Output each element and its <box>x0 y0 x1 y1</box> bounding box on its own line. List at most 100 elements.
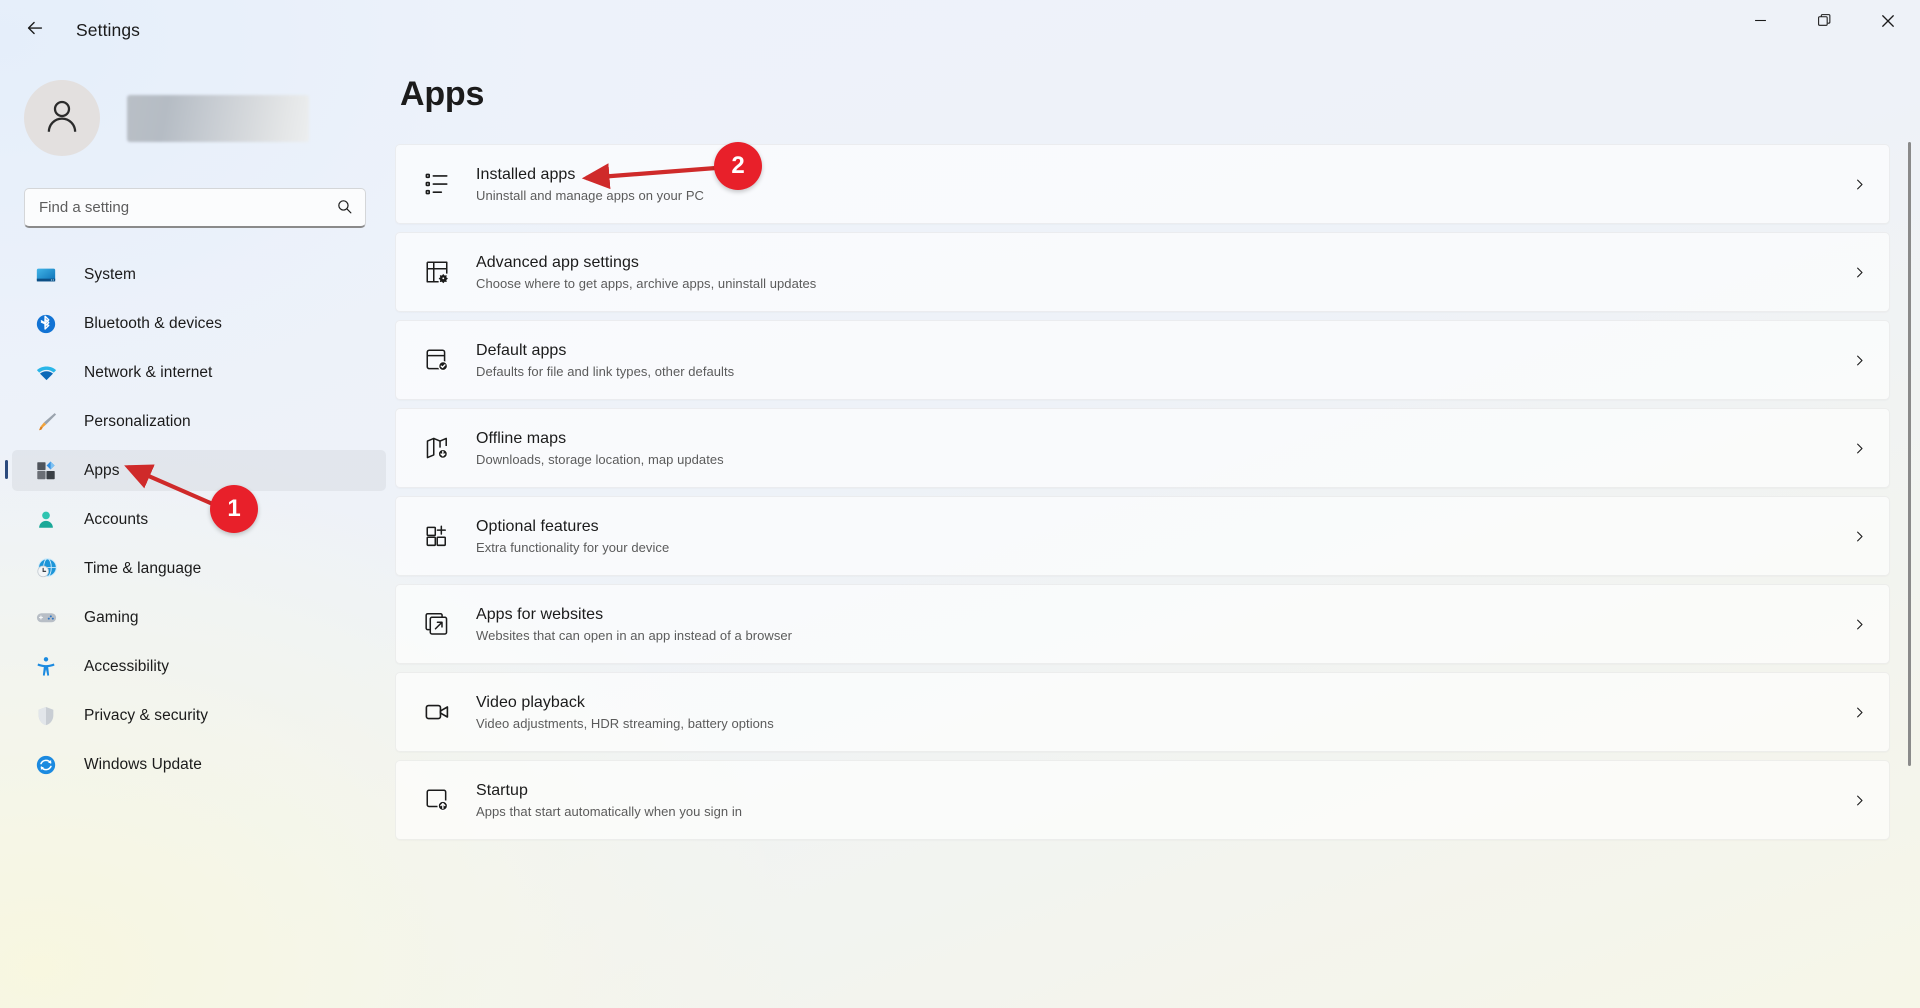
app-title: Settings <box>76 19 141 40</box>
sidebar-nav: System Bluetooth & devices Network & int… <box>0 254 395 785</box>
card-text: Advanced app settings Choose where to ge… <box>476 254 816 291</box>
user-avatar-icon <box>41 95 83 142</box>
chevron-right-icon <box>1852 265 1867 280</box>
sidebar-item-privacy-security[interactable]: Privacy & security <box>12 695 386 736</box>
sidebar-item-network-internet[interactable]: Network & internet <box>12 352 386 393</box>
card-subtitle: Uninstall and manage apps on your PC <box>476 187 704 203</box>
settings-card-list: Installed apps Uninstall and manage apps… <box>395 144 1920 840</box>
accessibility-icon <box>34 655 58 679</box>
main-content: Apps Installed apps Uninstall and manage… <box>395 60 1920 1008</box>
sidebar-item-label: Privacy & security <box>84 706 209 724</box>
search-container <box>24 188 366 228</box>
bluetooth-icon <box>34 312 58 336</box>
installed-apps-list-icon <box>420 167 454 201</box>
search-icon <box>336 198 353 220</box>
account-name-redacted <box>127 94 309 142</box>
sidebar-item-label: Windows Update <box>84 755 202 773</box>
card-installed-apps[interactable]: Installed apps Uninstall and manage apps… <box>395 144 1890 224</box>
chevron-right-icon <box>1852 529 1867 544</box>
sidebar-item-label: Time & language <box>84 559 202 577</box>
card-advanced-app-settings[interactable]: Advanced app settings Choose where to ge… <box>395 232 1890 312</box>
window-controls <box>1728 0 1920 60</box>
sidebar-item-accounts[interactable]: Accounts <box>12 499 386 540</box>
sidebar-item-bluetooth-devices[interactable]: Bluetooth & devices <box>12 303 386 344</box>
card-title: Optional features <box>476 517 599 535</box>
sidebar-item-system[interactable]: System <box>12 254 386 295</box>
card-text: Video playback Video adjustments, HDR st… <box>476 694 774 731</box>
chevron-right-icon <box>1852 441 1867 456</box>
card-text: Startup Apps that start automatically wh… <box>476 782 742 819</box>
restore-icon <box>1817 13 1832 33</box>
card-title: Startup <box>476 781 528 799</box>
card-title: Default apps <box>476 341 567 359</box>
card-apps-for-websites[interactable]: Apps for websites Websites that can open… <box>395 584 1890 664</box>
video-playback-icon <box>420 695 454 729</box>
scrollbar-track[interactable] <box>1904 142 1916 1008</box>
apps-icon <box>34 459 58 483</box>
sidebar-item-label: Apps <box>84 461 120 479</box>
card-default-apps[interactable]: Default apps Defaults for file and link … <box>395 320 1890 400</box>
sidebar-item-label: System <box>84 265 136 283</box>
sidebar-item-windows-update[interactable]: Windows Update <box>12 744 386 785</box>
card-subtitle: Choose where to get apps, archive apps, … <box>476 275 817 291</box>
sidebar-item-label: Gaming <box>84 608 139 626</box>
close-button[interactable] <box>1856 0 1920 46</box>
privacy-security-icon <box>34 704 58 728</box>
sidebar-item-accessibility[interactable]: Accessibility <box>12 646 386 687</box>
annotation-step-badge-2: 2 <box>714 142 762 190</box>
default-apps-icon <box>420 343 454 377</box>
title-bar: Settings <box>0 0 1920 60</box>
minimize-icon <box>1754 14 1767 32</box>
network-icon <box>34 361 58 385</box>
avatar <box>24 80 100 156</box>
gaming-icon <box>34 606 58 630</box>
card-video-playback[interactable]: Video playback Video adjustments, HDR st… <box>395 672 1890 752</box>
search-button[interactable] <box>332 197 356 221</box>
sidebar-item-personalization[interactable]: Personalization <box>12 401 386 442</box>
apps-for-websites-icon <box>420 607 454 641</box>
card-subtitle: Websites that can open in an app instead… <box>476 627 793 643</box>
accounts-icon <box>34 508 58 532</box>
card-optional-features[interactable]: Optional features Extra functionality fo… <box>395 496 1890 576</box>
card-subtitle: Extra functionality for your device <box>476 539 670 555</box>
personalization-icon <box>34 410 58 434</box>
page-title: Apps <box>400 75 485 113</box>
system-icon <box>34 263 58 287</box>
profile-section[interactable] <box>0 60 395 156</box>
scrollbar-thumb[interactable] <box>1908 142 1911 766</box>
sidebar-item-time-language[interactable]: Time & language <box>12 548 386 589</box>
card-text: Optional features Extra functionality fo… <box>476 518 669 555</box>
chevron-right-icon <box>1852 617 1867 632</box>
card-offline-maps[interactable]: Offline maps Downloads, storage location… <box>395 408 1890 488</box>
optional-features-icon <box>420 519 454 553</box>
card-text: Installed apps Uninstall and manage apps… <box>476 166 704 203</box>
startup-icon <box>420 783 454 817</box>
advanced-app-settings-icon <box>420 255 454 289</box>
sidebar-item-label: Personalization <box>84 412 191 430</box>
card-title: Offline maps <box>476 429 567 447</box>
card-title: Installed apps <box>476 165 576 183</box>
card-title: Advanced app settings <box>476 253 639 271</box>
chevron-right-icon <box>1852 793 1867 808</box>
sidebar-item-gaming[interactable]: Gaming <box>12 597 386 638</box>
card-text: Default apps Defaults for file and link … <box>476 342 734 379</box>
offline-maps-icon <box>420 431 454 465</box>
chevron-right-icon <box>1852 177 1867 192</box>
card-startup[interactable]: Startup Apps that start automatically wh… <box>395 760 1890 840</box>
back-button[interactable] <box>14 9 56 51</box>
card-subtitle: Defaults for file and link types, other … <box>476 363 735 379</box>
sidebar-item-label: Accessibility <box>84 657 170 675</box>
windows-update-icon <box>34 753 58 777</box>
card-subtitle: Video adjustments, HDR streaming, batter… <box>476 715 774 731</box>
sidebar-item-apps[interactable]: Apps <box>5 450 386 491</box>
card-title: Video playback <box>476 693 585 711</box>
card-subtitle: Apps that start automatically when you s… <box>476 803 743 819</box>
maximize-button[interactable] <box>1792 0 1856 46</box>
search-input[interactable] <box>24 188 366 228</box>
back-arrow-icon <box>24 17 46 44</box>
minimize-button[interactable] <box>1728 0 1792 46</box>
sidebar: System Bluetooth & devices Network & <box>0 60 395 1008</box>
card-title: Apps for websites <box>476 605 604 623</box>
chevron-right-icon <box>1852 353 1867 368</box>
card-text: Offline maps Downloads, storage location… <box>476 430 724 467</box>
